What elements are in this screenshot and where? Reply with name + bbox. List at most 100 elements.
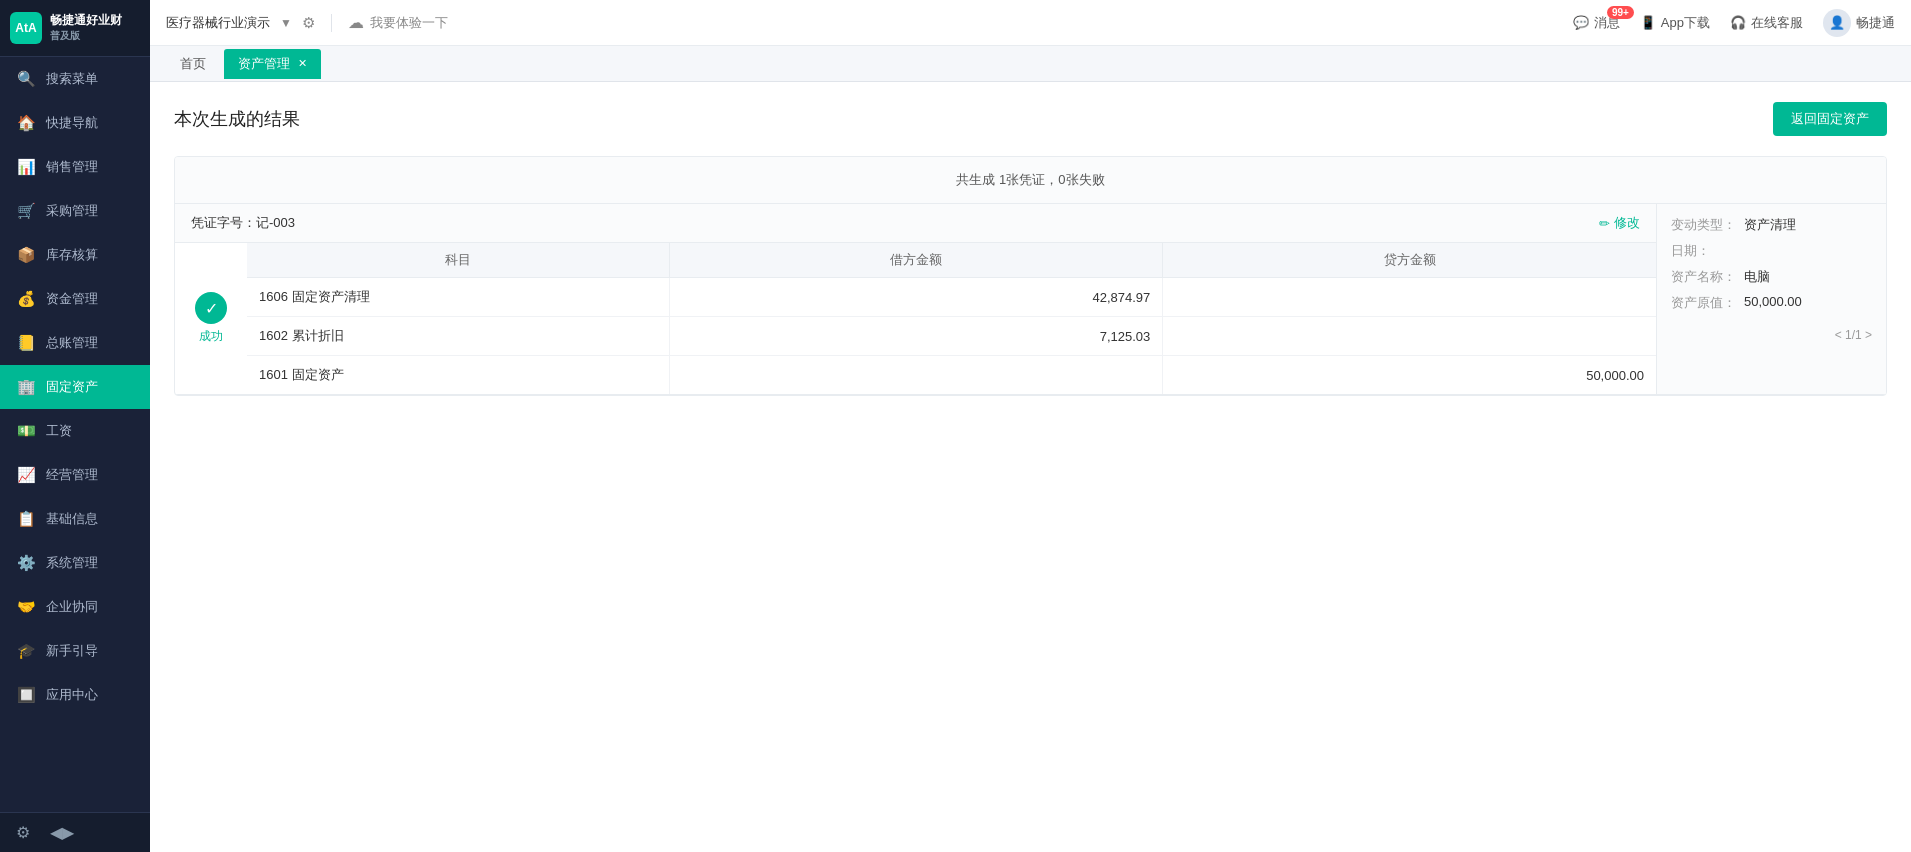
asset-name-label: 资产名称：	[1671, 268, 1736, 286]
sidebar-item-label: 资金管理	[46, 290, 98, 308]
sidebar-item-inventory[interactable]: 📦 库存核算	[0, 233, 150, 277]
debit-cell-2	[670, 356, 1163, 395]
sidebar-item-search[interactable]: 🔍 搜索菜单	[0, 57, 150, 101]
col-debit-header: 借方金额	[670, 243, 1163, 278]
message-icon: 💬	[1573, 15, 1589, 30]
asset-name-value: 电脑	[1744, 268, 1770, 286]
change-type-label: 变动类型：	[1671, 216, 1736, 234]
sidebar: AtA 畅捷通好业财 普及版 🔍 搜索菜单 🏠 快捷导航 📊 销售管理 🛒 采购…	[0, 0, 150, 852]
voucher-header: 凭证字号：记-003 ✏ 修改	[175, 204, 1656, 243]
side-row-change-type: 变动类型： 资产清理	[1671, 216, 1872, 234]
side-row-asset-name: 资产名称： 电脑	[1671, 268, 1872, 286]
voucher-table-area: ✓ 成功 科目 借方金额 贷方金额	[175, 243, 1656, 394]
app-download-label: App下载	[1661, 14, 1710, 32]
avatar: 👤	[1823, 9, 1851, 37]
sidebar-item-salary[interactable]: 💵 工资	[0, 409, 150, 453]
divider	[331, 14, 332, 32]
sidebar-item-label: 固定资产	[46, 378, 98, 396]
app-download-button[interactable]: 📱 App下载	[1640, 14, 1710, 32]
sidebar-item-ledger[interactable]: 📒 总账管理	[0, 321, 150, 365]
messages-button[interactable]: 💬 消息 99+	[1573, 14, 1620, 32]
settings-bottom-icon[interactable]: ⚙	[16, 823, 30, 842]
sidebar-item-purchase[interactable]: 🛒 采购管理	[0, 189, 150, 233]
tab-home-label: 首页	[180, 55, 206, 73]
app-edition: 普及版	[50, 29, 122, 43]
credit-cell-2: 50,000.00	[1163, 356, 1656, 395]
success-badge: ✓ 成功	[175, 243, 247, 394]
edit-label: 修改	[1614, 214, 1640, 232]
sidebar-item-quick-nav[interactable]: 🏠 快捷导航	[0, 101, 150, 145]
collapse-icon[interactable]: ◀▶	[50, 823, 74, 842]
debit-cell-0: 42,874.97	[670, 278, 1163, 317]
date-label: 日期：	[1671, 242, 1710, 260]
success-text: 成功	[199, 328, 223, 345]
table-row: 1601 固定资产 50,000.00	[247, 356, 1656, 395]
subject-cell-1: 1602 累计折旧	[247, 317, 670, 356]
side-row-original-value: 资产原值： 50,000.00	[1671, 294, 1872, 312]
tab-bar: 首页 资产管理 ✕	[150, 46, 1911, 82]
cloud-icon: ☁	[348, 13, 364, 32]
funds-icon: 💰	[16, 289, 36, 309]
user-area[interactable]: 👤 畅捷通	[1823, 9, 1895, 37]
voucher-number: 凭证字号：记-003	[191, 214, 295, 232]
sidebar-item-label: 工资	[46, 422, 72, 440]
tab-asset-mgmt[interactable]: 资产管理 ✕	[224, 49, 321, 79]
voucher-block: 凭证字号：记-003 ✏ 修改 ✓ 成功	[175, 204, 1886, 395]
headset-icon: 🎧	[1730, 15, 1746, 30]
home-icon: 🏠	[16, 113, 36, 133]
sidebar-item-fixed-assets[interactable]: 🏢 固定资产	[0, 365, 150, 409]
success-circle-icon: ✓	[195, 292, 227, 324]
table-row: 1606 固定资产清理 42,874.97	[247, 278, 1656, 317]
ledger-icon: 📒	[16, 333, 36, 353]
settings-icon[interactable]: ⚙	[302, 14, 315, 32]
search-icon: 🔍	[16, 69, 36, 89]
credit-cell-0	[1163, 278, 1656, 317]
try-button[interactable]: ☁ 我要体验一下	[348, 13, 448, 32]
debit-cell-1: 7,125.03	[670, 317, 1163, 356]
table-header-row: 科目 借方金额 贷方金额	[247, 243, 1656, 278]
topbar-right: 💬 消息 99+ 📱 App下载 🎧 在线客服 👤 畅捷通	[1573, 9, 1895, 37]
topbar-left: 医疗器械行业演示 ▼ ⚙ ☁ 我要体验一下	[166, 13, 448, 32]
user-name: 畅捷通	[1856, 14, 1895, 32]
sidebar-item-funds[interactable]: 💰 资金管理	[0, 277, 150, 321]
sidebar-item-guide[interactable]: 🎓 新手引导	[0, 629, 150, 673]
subject-cell-2: 1601 固定资产	[247, 356, 670, 395]
tab-close-icon[interactable]: ✕	[298, 57, 307, 70]
summary-text: 共生成 1张凭证，0张失败	[956, 172, 1104, 187]
change-type-value: 资产清理	[1744, 216, 1796, 234]
sidebar-item-label: 系统管理	[46, 554, 98, 572]
guide-icon: 🎓	[16, 641, 36, 661]
system-icon: ⚙️	[16, 553, 36, 573]
voucher-side-panel: 变动类型： 资产清理 日期： 资产名称： 电脑 资产原值： 50,000.00	[1656, 204, 1886, 394]
sidebar-bottom: ⚙ ◀▶	[0, 812, 150, 852]
sidebar-item-label: 企业协同	[46, 598, 98, 616]
online-service-label: 在线客服	[1751, 14, 1803, 32]
sidebar-item-app-center[interactable]: 🔲 应用中心	[0, 673, 150, 717]
original-value-label: 资产原值：	[1671, 294, 1736, 312]
company-dropdown-icon[interactable]: ▼	[280, 16, 292, 30]
sidebar-item-label: 采购管理	[46, 202, 98, 220]
subject-cell-0: 1606 固定资产清理	[247, 278, 670, 317]
back-button[interactable]: 返回固定资产	[1773, 102, 1887, 136]
sidebar-item-system[interactable]: ⚙️ 系统管理	[0, 541, 150, 585]
page-title: 本次生成的结果	[174, 107, 300, 131]
credit-cell-1	[1163, 317, 1656, 356]
online-service-button[interactable]: 🎧 在线客服	[1730, 14, 1803, 32]
edit-icon: ✏	[1599, 216, 1610, 231]
operations-icon: 📈	[16, 465, 36, 485]
fixed-assets-icon: 🏢	[16, 377, 36, 397]
sidebar-item-basic-info[interactable]: 📋 基础信息	[0, 497, 150, 541]
pagination[interactable]: < 1/1 >	[1671, 328, 1872, 342]
enterprise-icon: 🤝	[16, 597, 36, 617]
edit-button[interactable]: ✏ 修改	[1599, 214, 1640, 232]
sidebar-item-operations[interactable]: 📈 经营管理	[0, 453, 150, 497]
result-panel: 共生成 1张凭证，0张失败 凭证字号：记-003 ✏ 修改	[174, 156, 1887, 396]
sidebar-item-enterprise[interactable]: 🤝 企业协同	[0, 585, 150, 629]
company-name: 医疗器械行业演示	[166, 14, 270, 32]
sales-icon: 📊	[16, 157, 36, 177]
page-header: 本次生成的结果 返回固定资产	[174, 102, 1887, 136]
sidebar-item-label: 新手引导	[46, 642, 98, 660]
tab-home[interactable]: 首页	[166, 49, 220, 79]
salary-icon: 💵	[16, 421, 36, 441]
sidebar-item-sales[interactable]: 📊 销售管理	[0, 145, 150, 189]
